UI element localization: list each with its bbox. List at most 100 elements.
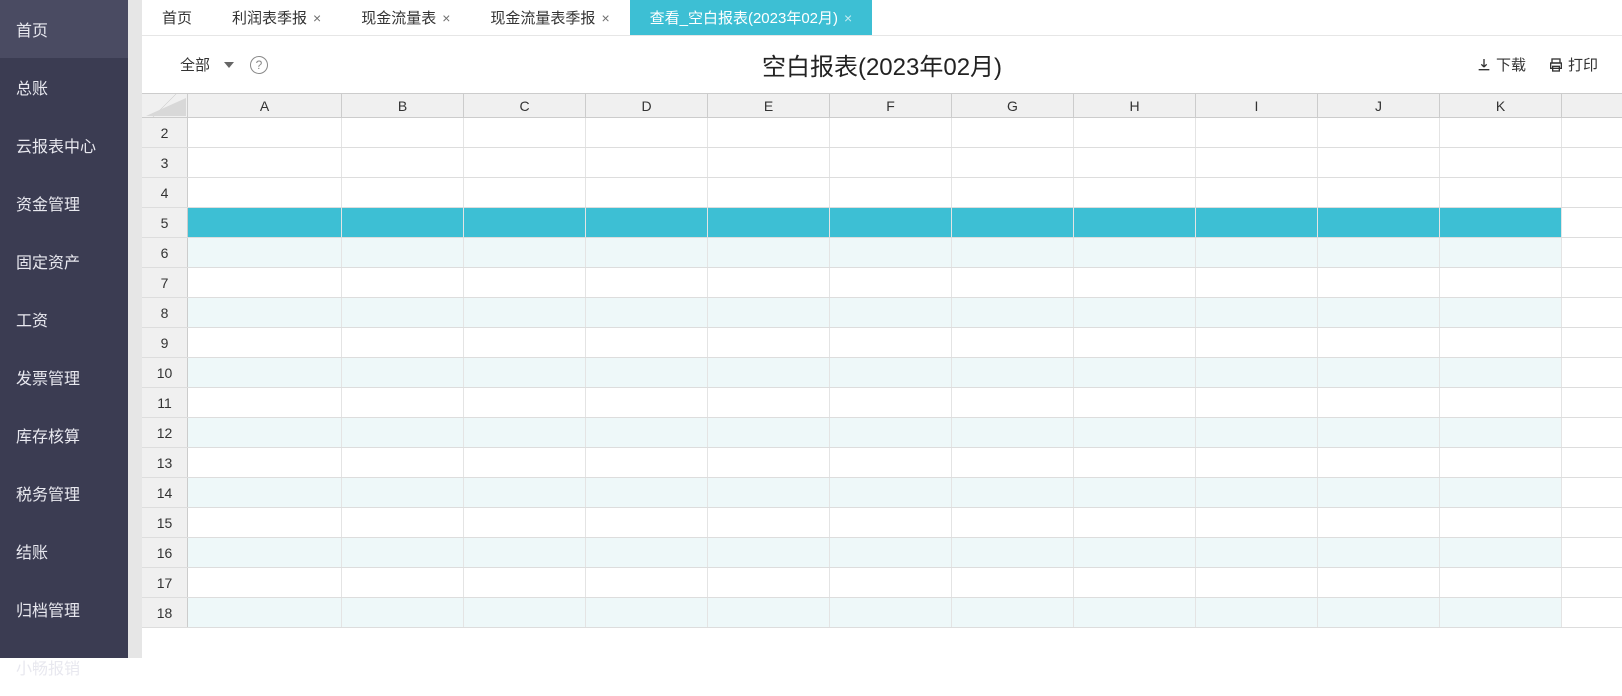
close-icon[interactable]: × — [844, 10, 852, 26]
close-icon[interactable]: × — [442, 10, 450, 26]
cell[interactable] — [1196, 148, 1318, 177]
cell[interactable] — [708, 358, 830, 387]
cell[interactable] — [1196, 568, 1318, 597]
row-header[interactable]: 7 — [142, 268, 188, 297]
cell[interactable] — [188, 178, 342, 207]
cell[interactable] — [1074, 238, 1196, 267]
cell[interactable] — [1074, 328, 1196, 357]
row-header[interactable]: 16 — [142, 538, 188, 567]
filter-dropdown[interactable]: 全部 ? — [180, 54, 268, 75]
cell[interactable] — [1074, 388, 1196, 417]
cell[interactable] — [1074, 118, 1196, 147]
cell[interactable] — [1074, 598, 1196, 627]
cell[interactable] — [586, 388, 708, 417]
column-header[interactable]: G — [952, 94, 1074, 117]
cell[interactable] — [1440, 328, 1562, 357]
cell[interactable] — [464, 118, 586, 147]
row-header[interactable]: 11 — [142, 388, 188, 417]
cell[interactable] — [952, 598, 1074, 627]
cell[interactable] — [1318, 328, 1440, 357]
sidebar-item-fixed-assets[interactable]: 固定资产 — [0, 232, 128, 290]
print-button[interactable]: 打印 — [1548, 54, 1598, 75]
cell[interactable] — [952, 208, 1074, 237]
cell[interactable] — [188, 478, 342, 507]
cell[interactable] — [342, 208, 464, 237]
cell[interactable] — [1074, 178, 1196, 207]
sidebar-scrollbar[interactable] — [128, 0, 142, 658]
cell[interactable] — [188, 268, 342, 297]
cell[interactable] — [952, 328, 1074, 357]
cell[interactable] — [1440, 508, 1562, 537]
cell[interactable] — [952, 118, 1074, 147]
row-header[interactable]: 2 — [142, 118, 188, 147]
cell[interactable] — [1318, 388, 1440, 417]
cell[interactable] — [1318, 358, 1440, 387]
cell[interactable] — [586, 448, 708, 477]
cell[interactable] — [830, 298, 952, 327]
row-header[interactable]: 12 — [142, 418, 188, 447]
sidebar-item-funds[interactable]: 资金管理 — [0, 174, 128, 232]
cell[interactable] — [1440, 568, 1562, 597]
cell[interactable] — [1318, 118, 1440, 147]
row-header[interactable]: 13 — [142, 448, 188, 477]
cell[interactable] — [830, 538, 952, 567]
cell[interactable] — [1440, 148, 1562, 177]
cell[interactable] — [464, 598, 586, 627]
cell[interactable] — [830, 598, 952, 627]
cell[interactable] — [952, 478, 1074, 507]
cell[interactable] — [586, 568, 708, 597]
cell[interactable] — [952, 238, 1074, 267]
cell[interactable] — [1196, 508, 1318, 537]
cell[interactable] — [708, 328, 830, 357]
cell[interactable] — [830, 118, 952, 147]
cell[interactable] — [464, 148, 586, 177]
cell[interactable] — [188, 568, 342, 597]
row-header[interactable]: 8 — [142, 298, 188, 327]
column-header[interactable]: D — [586, 94, 708, 117]
cell[interactable] — [586, 328, 708, 357]
cell[interactable] — [464, 268, 586, 297]
cell[interactable] — [1318, 538, 1440, 567]
cell[interactable] — [188, 358, 342, 387]
cell[interactable] — [464, 388, 586, 417]
cell[interactable] — [586, 508, 708, 537]
cell[interactable] — [342, 508, 464, 537]
cell[interactable] — [1196, 448, 1318, 477]
cell[interactable] — [342, 478, 464, 507]
cell[interactable] — [464, 178, 586, 207]
cell[interactable] — [586, 208, 708, 237]
cell[interactable] — [1440, 118, 1562, 147]
cell[interactable] — [1196, 388, 1318, 417]
cell[interactable] — [708, 238, 830, 267]
cell[interactable] — [342, 298, 464, 327]
cell[interactable] — [1074, 358, 1196, 387]
cell[interactable] — [952, 358, 1074, 387]
cell[interactable] — [830, 328, 952, 357]
cell[interactable] — [1440, 598, 1562, 627]
cell[interactable] — [1196, 358, 1318, 387]
cell[interactable] — [586, 418, 708, 447]
cell[interactable] — [1196, 178, 1318, 207]
cell[interactable] — [586, 118, 708, 147]
column-header[interactable]: H — [1074, 94, 1196, 117]
cell[interactable] — [952, 508, 1074, 537]
tab-view-blank-report[interactable]: 查看_空白报表(2023年02月) × — [630, 0, 873, 35]
cell[interactable] — [188, 538, 342, 567]
cell[interactable] — [1074, 148, 1196, 177]
column-header[interactable]: K — [1440, 94, 1562, 117]
cell[interactable] — [1196, 538, 1318, 567]
cell[interactable] — [952, 178, 1074, 207]
cell[interactable] — [586, 178, 708, 207]
row-header[interactable]: 9 — [142, 328, 188, 357]
column-header[interactable]: A — [188, 94, 342, 117]
column-header[interactable]: C — [464, 94, 586, 117]
cell[interactable] — [952, 448, 1074, 477]
cell[interactable] — [830, 358, 952, 387]
cell[interactable] — [188, 238, 342, 267]
cell[interactable] — [1074, 448, 1196, 477]
sidebar-item-salary[interactable]: 工资 — [0, 290, 128, 348]
cell[interactable] — [1318, 508, 1440, 537]
row-header[interactable]: 18 — [142, 598, 188, 627]
cell[interactable] — [1074, 208, 1196, 237]
row-header[interactable]: 5 — [142, 208, 188, 237]
